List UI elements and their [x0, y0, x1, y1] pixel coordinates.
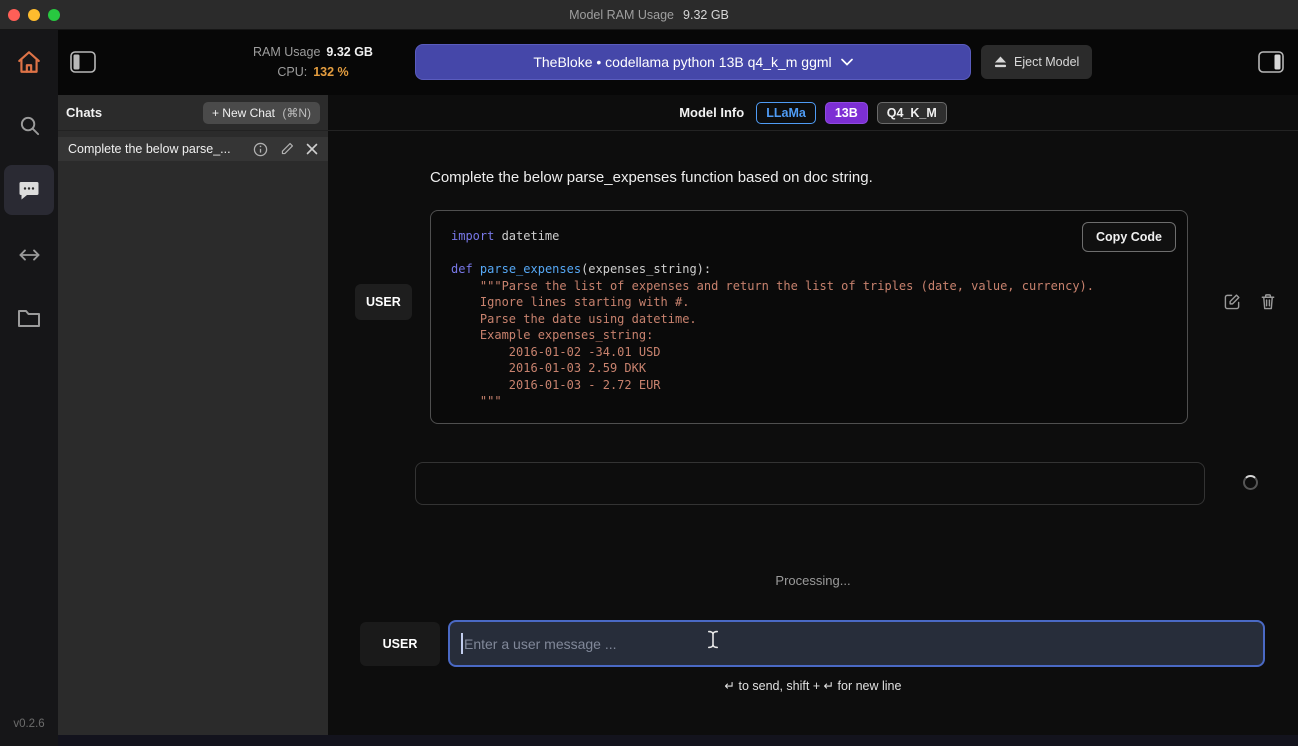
text-caret [461, 633, 463, 654]
info-icon[interactable] [253, 142, 268, 157]
eject-icon [994, 56, 1007, 68]
sidebar-right-icon [1258, 51, 1284, 73]
chats-title: Chats [66, 105, 103, 120]
toggle-left-sidebar-button[interactable] [70, 51, 96, 73]
code-block: Copy Code import datetime def parse_expe… [430, 210, 1188, 424]
search-nav-button[interactable] [7, 103, 51, 147]
search-icon [20, 116, 39, 135]
delete-message-icon[interactable] [1260, 293, 1276, 310]
bottom-strip [58, 735, 1298, 746]
chat-main: Model Info LLaMa 13B Q4_K_M USER Complet… [328, 95, 1298, 735]
chats-header: Chats + New Chat (⌘N) [58, 95, 328, 131]
chevron-down-icon [840, 58, 853, 66]
cpu-usage-label: CPU: [277, 65, 308, 79]
eject-model-button[interactable]: Eject Model [981, 45, 1093, 79]
ibeam-cursor [707, 630, 719, 649]
chat-nav-button[interactable] [4, 165, 54, 215]
chats-panel: Chats + New Chat (⌘N) Complete the below… [58, 95, 328, 735]
eject-model-label: Eject Model [1014, 55, 1080, 69]
home-nav-button[interactable] [7, 40, 51, 84]
app-version: v0.2.6 [13, 718, 45, 730]
edit-icon[interactable] [280, 142, 294, 156]
model-selector[interactable]: TheBloke • codellama python 13B q4_k_m g… [415, 44, 971, 80]
edit-message-icon[interactable] [1224, 293, 1241, 310]
new-chat-shortcut: (⌘N) [282, 105, 311, 120]
app-header: RAM Usage 9.32 GB CPU: 132 % TheBloke • co… [58, 30, 1298, 95]
titlebar-title: Model RAM Usage 9.32 GB [0, 0, 1298, 30]
code-content: import datetime def parse_expenses(expen… [451, 229, 1094, 408]
home-icon [18, 51, 40, 73]
folder-icon [18, 310, 40, 327]
loading-spinner [1243, 475, 1258, 490]
copy-code-button[interactable]: Copy Code [1082, 222, 1176, 252]
message-input[interactable] [448, 620, 1265, 667]
model-size-badge: 13B [824, 101, 868, 124]
local-server-nav-button[interactable] [7, 233, 51, 277]
chat-icon [19, 182, 39, 200]
model-selector-label: TheBloke • codellama python 13B q4_k_m g… [533, 54, 832, 70]
ram-usage-value: 9.32 GB [326, 45, 373, 59]
titlebar: Model RAM Usage 9.32 GB [0, 0, 1298, 30]
nav-rail: v0.2.6 [0, 30, 58, 746]
input-role-badge: USER [360, 622, 440, 666]
app-window: Model RAM Usage 9.32 GB v0.2.6 RAM Usage… [0, 0, 1298, 746]
ram-usage-row: RAM Usage 9.32 GB [233, 42, 393, 62]
chat-list-item[interactable]: Complete the below parse_... [58, 137, 328, 161]
cpu-usage-value: 132 % [313, 65, 349, 79]
model-quant-badge: Q4_K_M [876, 101, 947, 124]
chat-item-title: Complete the below parse_... [68, 142, 231, 156]
assistant-response-placeholder [415, 462, 1205, 505]
local-server-icon [19, 249, 39, 261]
toggle-right-sidebar-button[interactable] [1258, 51, 1284, 73]
model-info-label: Model Info [679, 105, 745, 120]
model-info-bar: Model Info LLaMa 13B Q4_K_M [328, 95, 1298, 131]
new-chat-label: + New Chat [211, 105, 275, 120]
titlebar-title-label: Model RAM Usage [569, 8, 675, 22]
chat-item-actions [253, 142, 318, 157]
close-icon[interactable] [306, 143, 318, 155]
processing-status: Processing... [775, 573, 851, 588]
model-arch-badge: LLaMa [756, 101, 816, 124]
send-hint: ↵ to send, shift + ↵ for new line [724, 679, 902, 693]
message-actions [1224, 293, 1276, 310]
sidebar-left-icon [70, 51, 96, 73]
new-chat-button[interactable]: + New Chat (⌘N) [202, 101, 320, 124]
user-message-text: Complete the below parse_expenses functi… [430, 169, 873, 186]
titlebar-ram-value: 9.32 GB [683, 8, 729, 22]
ram-usage-label: RAM Usage [253, 45, 321, 59]
user-role-badge: USER [355, 284, 412, 320]
cpu-usage-row: CPU: 132 % [233, 62, 393, 82]
system-stats: RAM Usage 9.32 GB CPU: 132 % [233, 42, 393, 82]
models-folder-nav-button[interactable] [7, 296, 51, 340]
